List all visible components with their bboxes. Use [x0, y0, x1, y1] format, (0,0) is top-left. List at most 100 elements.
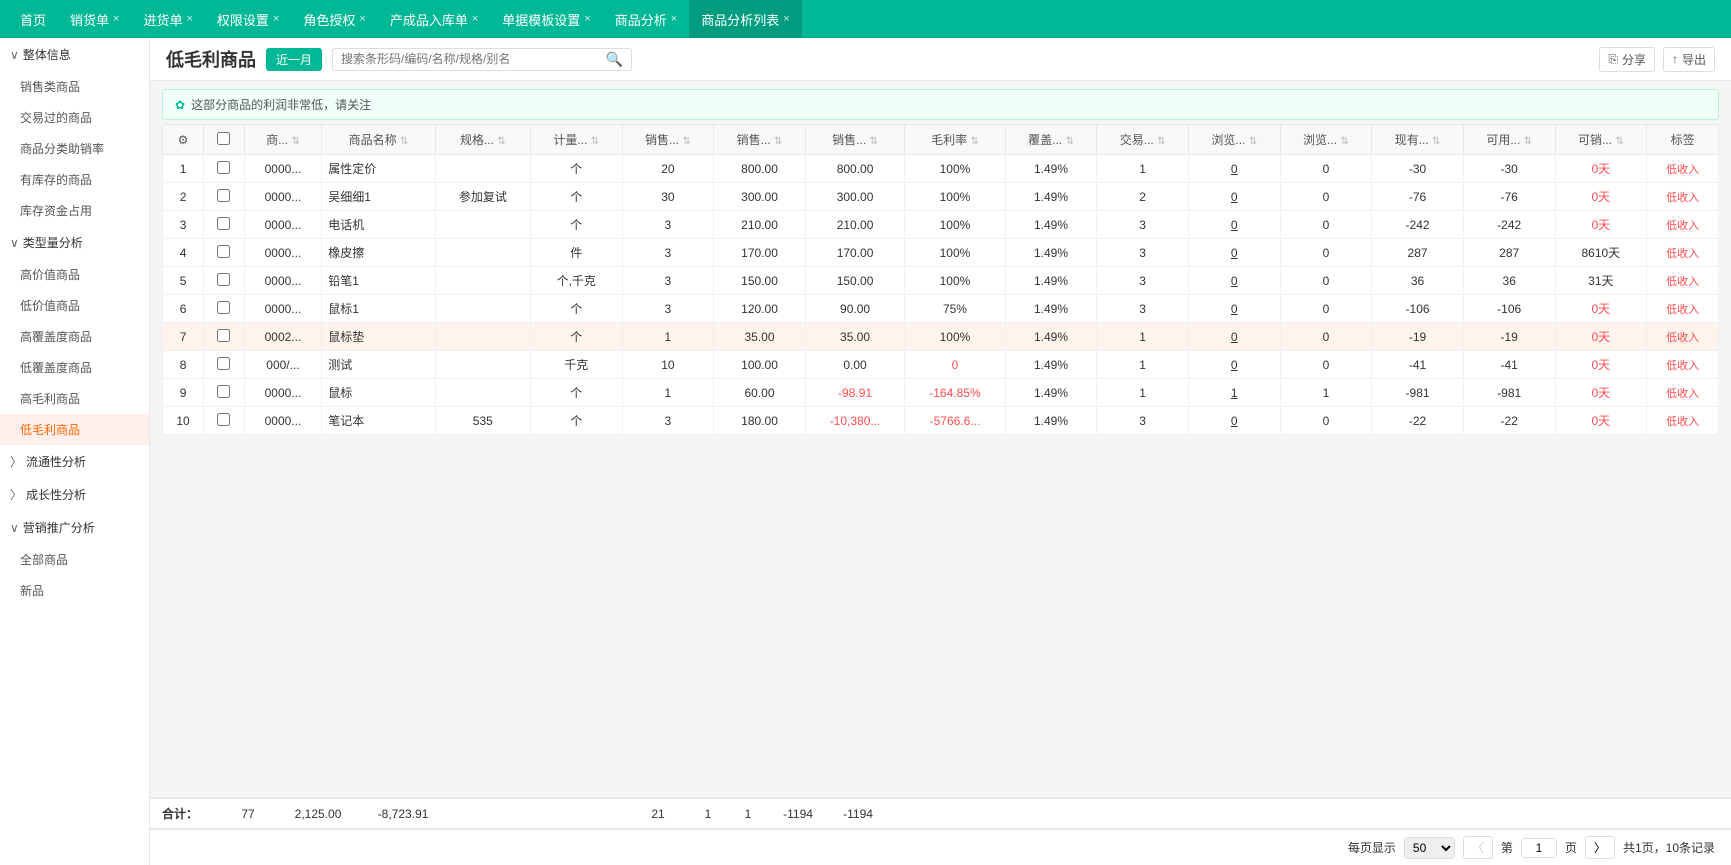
sidebar-item-high-margin[interactable]: 高毛利商品: [0, 383, 149, 414]
nav-home[interactable]: 首页: [8, 0, 58, 38]
column-sales-profit[interactable]: 销售... ⇅: [805, 125, 904, 155]
row-checkbox[interactable]: [217, 273, 230, 286]
row-checkbox[interactable]: [217, 189, 230, 202]
close-icon[interactable]: ×: [472, 13, 478, 25]
sidebar-group-type-analysis[interactable]: ∨ 类型量分析: [0, 226, 149, 259]
sidebar-item-sales-products[interactable]: 销售类商品: [0, 71, 149, 102]
close-icon[interactable]: ×: [359, 13, 365, 25]
sidebar-item-all-products[interactable]: 全部商品: [0, 544, 149, 575]
share-icon: ⎘: [1608, 52, 1618, 67]
cell-checkbox[interactable]: [204, 211, 245, 239]
nav-purchase-order[interactable]: 进货单 ×: [131, 0, 204, 38]
column-unit[interactable]: 计量... ⇅: [530, 125, 622, 155]
sidebar: ∨ 整体信息 销售类商品 交易过的商品 商品分类助销率 有库存的商品 库存资金占…: [0, 38, 150, 865]
cell-checkbox[interactable]: [204, 379, 245, 407]
sidebar-item-high-coverage[interactable]: 高覆盖度商品: [0, 321, 149, 352]
column-checkbox[interactable]: [204, 125, 245, 155]
column-sellable[interactable]: 可销... ⇅: [1555, 125, 1647, 155]
cell-unit: 个: [530, 295, 622, 323]
prev-page-button[interactable]: 〈: [1463, 836, 1493, 859]
cell-checkbox[interactable]: [204, 351, 245, 379]
nav-sales-order[interactable]: 销货单 ×: [58, 0, 131, 38]
cell-view1[interactable]: 0: [1188, 351, 1280, 379]
cell-view1[interactable]: 0: [1188, 323, 1280, 351]
sidebar-group-marketing[interactable]: ∨ 营销推广分析: [0, 511, 149, 544]
sidebar-group-overall[interactable]: ∨ 整体信息: [0, 38, 149, 71]
column-coverage[interactable]: 覆盖... ⇅: [1005, 125, 1097, 155]
cell-view1[interactable]: 0: [1188, 407, 1280, 435]
nav-product-analysis-list[interactable]: 商品分析列表 ×: [689, 0, 801, 38]
select-all-checkbox[interactable]: [217, 132, 230, 145]
cell-index: 9: [163, 379, 204, 407]
row-checkbox[interactable]: [217, 245, 230, 258]
cell-checkbox[interactable]: [204, 407, 245, 435]
cell-checkbox[interactable]: [204, 323, 245, 351]
column-sales-amount[interactable]: 销售... ⇅: [714, 125, 806, 155]
nav-template-settings[interactable]: 单据模板设置 ×: [490, 0, 602, 38]
row-checkbox[interactable]: [217, 217, 230, 230]
sidebar-item-low-value[interactable]: 低价值商品: [0, 290, 149, 321]
cell-checkbox[interactable]: [204, 295, 245, 323]
search-input[interactable]: [341, 52, 606, 66]
search-icon[interactable]: 🔍: [606, 51, 623, 68]
cell-view1[interactable]: 0: [1188, 239, 1280, 267]
close-icon[interactable]: ×: [584, 13, 590, 25]
sidebar-item-low-margin[interactable]: 低毛利商品: [0, 414, 149, 445]
sidebar-group-growth[interactable]: 〉 成长性分析: [0, 478, 149, 511]
footer-sales-count: 77: [218, 807, 278, 821]
cell-checkbox[interactable]: [204, 267, 245, 295]
share-button[interactable]: ⎘ 分享: [1599, 47, 1655, 72]
cell-view1[interactable]: 0: [1188, 211, 1280, 239]
sidebar-item-low-coverage[interactable]: 低覆盖度商品: [0, 352, 149, 383]
cell-view1[interactable]: 0: [1188, 267, 1280, 295]
column-sales-count[interactable]: 销售... ⇅: [622, 125, 714, 155]
sidebar-item-stock-capital[interactable]: 库存资金占用: [0, 195, 149, 226]
nav-role-auth[interactable]: 角色授权 ×: [291, 0, 377, 38]
close-icon[interactable]: ×: [113, 13, 119, 25]
cell-view1[interactable]: 0: [1188, 155, 1280, 183]
date-filter-button[interactable]: 近一月: [266, 48, 322, 71]
close-icon[interactable]: ×: [671, 13, 677, 25]
sidebar-item-stocked-products[interactable]: 有库存的商品: [0, 164, 149, 195]
row-checkbox[interactable]: [217, 161, 230, 174]
sidebar-item-category-sales-rate[interactable]: 商品分类助销率: [0, 133, 149, 164]
cell-checkbox[interactable]: [204, 155, 245, 183]
next-page-button[interactable]: 〉: [1585, 836, 1615, 859]
row-checkbox[interactable]: [217, 301, 230, 314]
row-checkbox[interactable]: [217, 413, 230, 426]
row-checkbox[interactable]: [217, 329, 230, 342]
cell-checkbox[interactable]: [204, 183, 245, 211]
column-view2[interactable]: 浏览... ⇅: [1280, 125, 1372, 155]
page-number-input[interactable]: [1521, 838, 1557, 858]
column-spec[interactable]: 规格... ⇅: [435, 125, 530, 155]
sidebar-item-new-products[interactable]: 新品: [0, 575, 149, 606]
nav-permission-settings[interactable]: 权限设置 ×: [205, 0, 291, 38]
cell-view1[interactable]: 1: [1188, 379, 1280, 407]
column-current-stock[interactable]: 现有... ⇅: [1372, 125, 1464, 155]
column-gear[interactable]: ⚙: [163, 125, 204, 155]
column-code[interactable]: 商... ⇅: [244, 125, 322, 155]
nav-product-inbound[interactable]: 产成品入库单 ×: [378, 0, 490, 38]
column-name[interactable]: 商品名称 ⇅: [322, 125, 435, 155]
row-checkbox[interactable]: [217, 385, 230, 398]
page-size-select[interactable]: 10 20 50 100: [1404, 837, 1455, 859]
cell-view1[interactable]: 0: [1188, 183, 1280, 211]
sidebar-group-liquidity[interactable]: 〉 流通性分析: [0, 445, 149, 478]
cell-checkbox[interactable]: [204, 239, 245, 267]
close-icon[interactable]: ×: [783, 13, 789, 25]
export-button[interactable]: ↑ 导出: [1663, 47, 1715, 72]
cell-view1[interactable]: 0: [1188, 295, 1280, 323]
gear-icon[interactable]: ⚙: [178, 133, 189, 147]
sidebar-item-traded-products[interactable]: 交易过的商品: [0, 102, 149, 133]
row-checkbox[interactable]: [217, 357, 230, 370]
column-gross-margin[interactable]: 毛利率 ⇅: [905, 125, 1005, 155]
column-trade-count[interactable]: 交易... ⇅: [1097, 125, 1189, 155]
column-tag[interactable]: 标签: [1647, 125, 1719, 155]
column-available[interactable]: 可用... ⇅: [1463, 125, 1555, 155]
close-icon[interactable]: ×: [186, 13, 192, 25]
close-icon[interactable]: ×: [273, 13, 279, 25]
column-view1[interactable]: 浏览... ⇅: [1188, 125, 1280, 155]
nav-product-analysis[interactable]: 商品分析 ×: [603, 0, 689, 38]
sidebar-item-high-value[interactable]: 高价值商品: [0, 259, 149, 290]
table-container[interactable]: ⚙ 商... ⇅ 商品名称 ⇅ 规格... ⇅ 计量... ⇅ 销售... ⇅ …: [150, 124, 1731, 797]
